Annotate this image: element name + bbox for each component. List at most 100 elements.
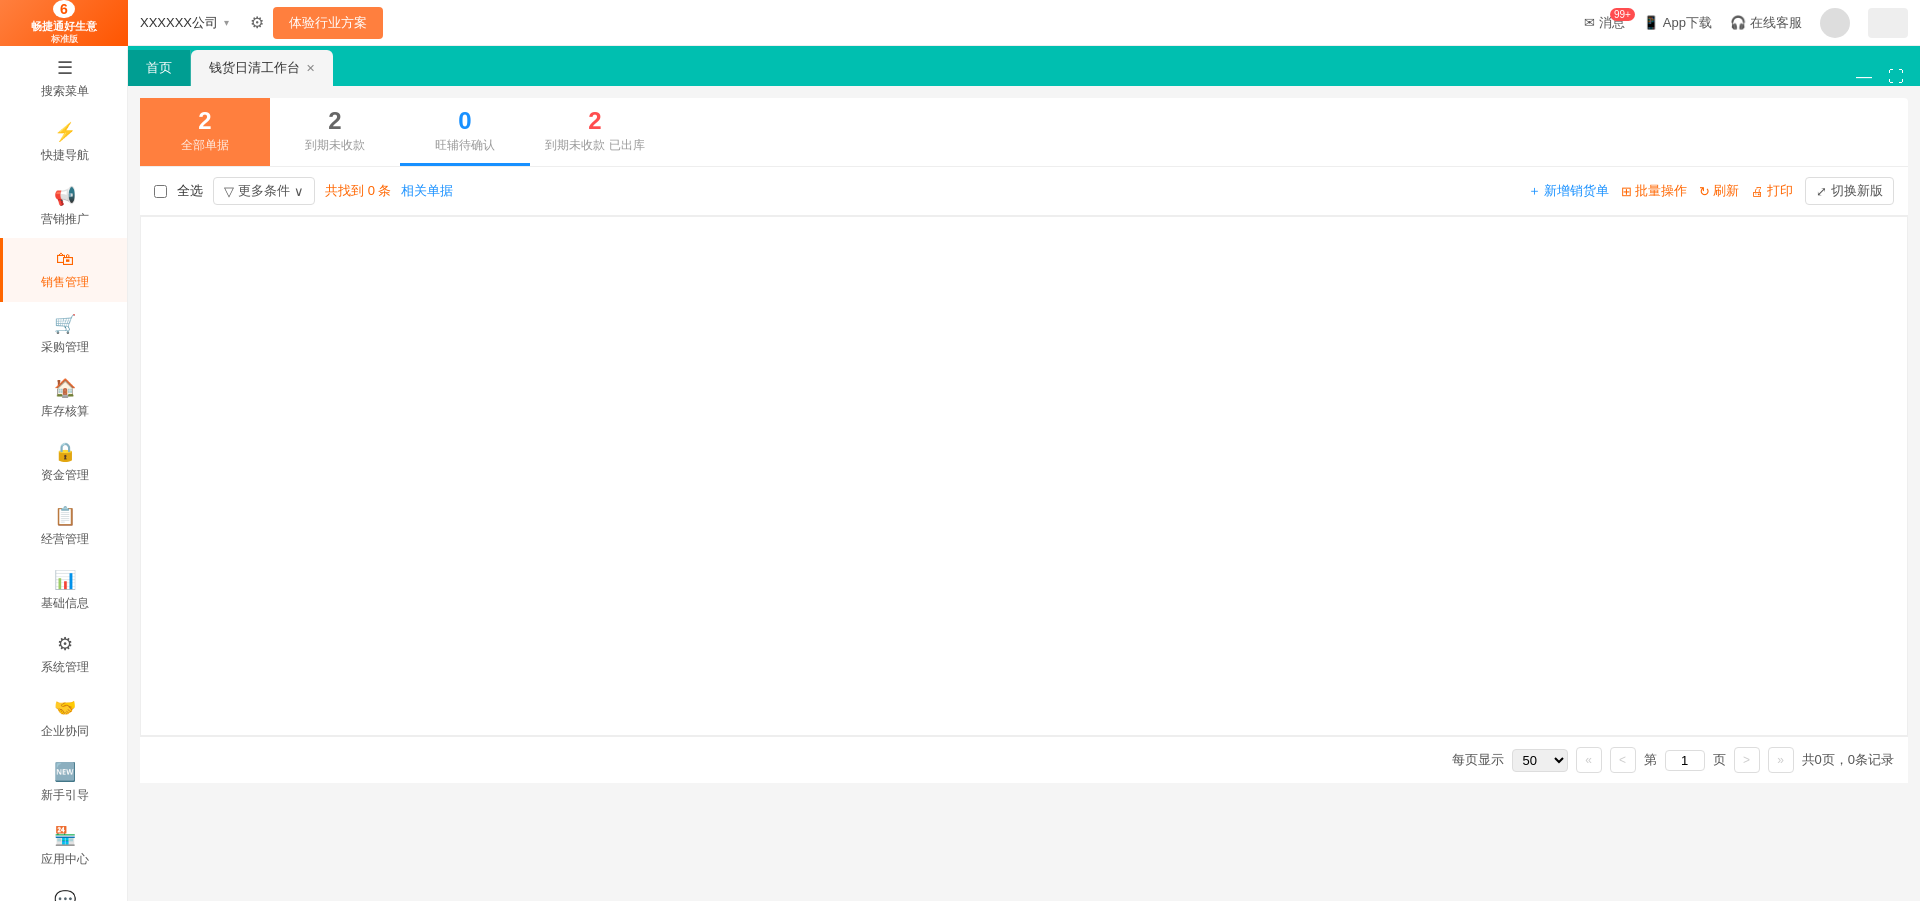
stats-overdue-num: 2 (328, 107, 341, 135)
sidebar-item-finance[interactable]: 🔒 资金管理 (0, 430, 127, 494)
table-icon: 📊 (54, 569, 76, 591)
online-service-label: 在线客服 (1750, 14, 1802, 32)
found-count: 0 (368, 183, 375, 198)
toolbar: 全选 ▽ 更多条件 ∨ 共找到 0 条 相关单据 ＋ 新增销货单 ⊞ 批量操作 (140, 167, 1908, 216)
page-suffix: 页 (1713, 751, 1726, 769)
message-button[interactable]: ✉ 消息 99+ (1584, 14, 1625, 32)
stats-pending-num: 0 (458, 107, 471, 135)
toolbar-left: 全选 ▽ 更多条件 ∨ 共找到 0 条 相关单据 (154, 177, 1518, 205)
switch-version-button[interactable]: ⤢ 切换新版 (1805, 177, 1894, 205)
sidebar-item-search[interactable]: ☰ 搜索菜单 (0, 46, 127, 110)
select-all-checkbox[interactable] (154, 185, 167, 198)
chevron-down-icon: ▾ (224, 17, 229, 28)
sidebar-item-label-purchase: 采购管理 (41, 339, 89, 356)
sidebar-item-label-app: 应用中心 (41, 851, 89, 868)
switch-icon: ⤢ (1816, 184, 1827, 199)
settings-icon[interactable]: ⚙ (241, 7, 273, 39)
table-area (140, 216, 1908, 736)
sidebar-item-label-guide: 新手引导 (41, 787, 89, 804)
trial-button[interactable]: 体验行业方案 (273, 7, 383, 39)
per-page-select[interactable]: 50 10 20 100 (1512, 749, 1568, 772)
app-download-button[interactable]: 📱 App下载 (1643, 14, 1712, 32)
print-icon: 🖨 (1751, 184, 1764, 199)
logo-sub: 标准版 (51, 33, 78, 46)
print-label: 打印 (1767, 182, 1793, 200)
sidebar-item-label-operations: 经营管理 (41, 531, 89, 548)
batch-operation-button[interactable]: ⊞ 批量操作 (1621, 182, 1687, 200)
search-icon: ☰ (57, 57, 73, 79)
tab-minimize-button[interactable]: — (1848, 68, 1880, 86)
stats-tabs: 2 全部单据 2 到期未收款 0 旺辅待确认 2 到期未收款 已出库 (140, 98, 1908, 167)
batch-icon: ⊞ (1621, 184, 1632, 199)
tab-work[interactable]: 钱货日清工作台 ✕ (191, 50, 333, 86)
found-prefix: 共找到 (325, 183, 364, 198)
sidebar-item-label-basic: 基础信息 (41, 595, 89, 612)
sidebar-item-marketing[interactable]: 📢 营销推广 (0, 174, 127, 238)
related-link[interactable]: 相关单据 (401, 182, 453, 200)
found-text: 共找到 0 条 (325, 182, 391, 200)
next-page-button[interactable]: > (1734, 747, 1760, 773)
filter-icon: ▽ (224, 184, 234, 199)
gear-icon: ⚙ (57, 633, 73, 655)
stats-overdue-out-num: 2 (588, 107, 601, 135)
online-service-button[interactable]: 🎧 在线客服 (1730, 14, 1802, 32)
sidebar-item-guide[interactable]: 🆕 新手引导 (0, 750, 127, 814)
lightning-icon: ⚡ (54, 121, 76, 143)
sidebar-item-weixin[interactable]: 💬 企业微信 (0, 878, 127, 901)
stats-pending-label: 旺辅待确认 (435, 137, 495, 154)
found-unit: 条 (378, 183, 391, 198)
filter-label: 更多条件 (238, 182, 290, 200)
sidebar-item-inventory[interactable]: 🏠 库存核算 (0, 366, 127, 430)
nav-tabs: 首页 钱货日清工作台 ✕ — ⛶ (128, 46, 1920, 86)
filter-button[interactable]: ▽ 更多条件 ∨ (213, 177, 315, 205)
first-page-button[interactable]: « (1576, 747, 1602, 773)
sidebar-item-system[interactable]: ⚙ 系统管理 (0, 622, 127, 686)
sidebar-item-label-search: 搜索菜单 (41, 83, 89, 100)
message-badge: 99+ (1610, 8, 1635, 21)
avatar[interactable] (1820, 8, 1850, 38)
sidebar-item-operations[interactable]: 📋 经营管理 (0, 494, 127, 558)
handshake-icon: 🤝 (54, 697, 76, 719)
tab-close-icon[interactable]: ✕ (306, 62, 315, 75)
message-icon: ✉ (1584, 15, 1595, 30)
refresh-button[interactable]: ↻ 刷新 (1699, 182, 1739, 200)
new-icon: 🆕 (54, 761, 76, 783)
add-sale-button[interactable]: ＋ 新增销货单 (1528, 182, 1609, 200)
page-number-input[interactable] (1665, 750, 1705, 771)
logo: 6 畅捷通好生意 标准版 (0, 0, 128, 46)
select-all-label: 全选 (177, 182, 203, 200)
sidebar-item-basic-info[interactable]: 📊 基础信息 (0, 558, 127, 622)
sidebar-item-label-inventory: 库存核算 (41, 403, 89, 420)
sidebar-item-cooperation[interactable]: 🤝 企业协同 (0, 686, 127, 750)
sidebar-item-quick-nav[interactable]: ⚡ 快捷导航 (0, 110, 127, 174)
stats-tab-overdue[interactable]: 2 到期未收款 (270, 98, 400, 166)
tab-home[interactable]: 首页 (128, 50, 191, 86)
sidebar-item-app-center[interactable]: 🏪 应用中心 (0, 814, 127, 878)
cart-icon: 🛒 (54, 313, 76, 335)
company-selector[interactable]: XXXXXX公司 ▾ (128, 14, 241, 32)
last-page-button[interactable]: » (1768, 747, 1794, 773)
sidebar-item-purchase[interactable]: 🛒 采购管理 (0, 302, 127, 366)
filter-chevron-icon: ∨ (294, 184, 304, 199)
tab-maximize-button[interactable]: ⛶ (1880, 68, 1912, 86)
stats-tab-overdue-out[interactable]: 2 到期未收款 已出库 (530, 98, 660, 166)
stats-overdue-label: 到期未收款 (305, 137, 365, 154)
company-name: XXXXXX公司 (140, 14, 218, 32)
sidebar-item-label-sales: 销售管理 (41, 274, 89, 291)
sidebar-item-sales[interactable]: 🛍 销售管理 (0, 238, 127, 302)
stats-overdue-out-label: 到期未收款 已出库 (545, 137, 644, 154)
prev-page-button[interactable]: < (1610, 747, 1636, 773)
megaphone-icon: 📢 (54, 185, 76, 207)
batch-label: 批量操作 (1635, 182, 1687, 200)
stats-tab-pending[interactable]: 0 旺辅待确认 (400, 98, 530, 166)
stats-tab-all[interactable]: 2 全部单据 (140, 98, 270, 166)
plus-icon: ＋ (1528, 182, 1541, 200)
app-icon: 📱 (1643, 15, 1659, 30)
refresh-icon: ↻ (1699, 184, 1710, 199)
sidebar: ☰ 搜索菜单 ⚡ 快捷导航 📢 营销推广 🛍 销售管理 🛒 采购管理 🏠 库存核… (0, 46, 128, 901)
print-button[interactable]: 🖨 打印 (1751, 182, 1793, 200)
store-icon: 🏪 (54, 825, 76, 847)
sidebar-item-label-quick: 快捷导航 (41, 147, 89, 164)
user-name-display (1868, 8, 1908, 38)
clipboard-icon: 📋 (54, 505, 76, 527)
